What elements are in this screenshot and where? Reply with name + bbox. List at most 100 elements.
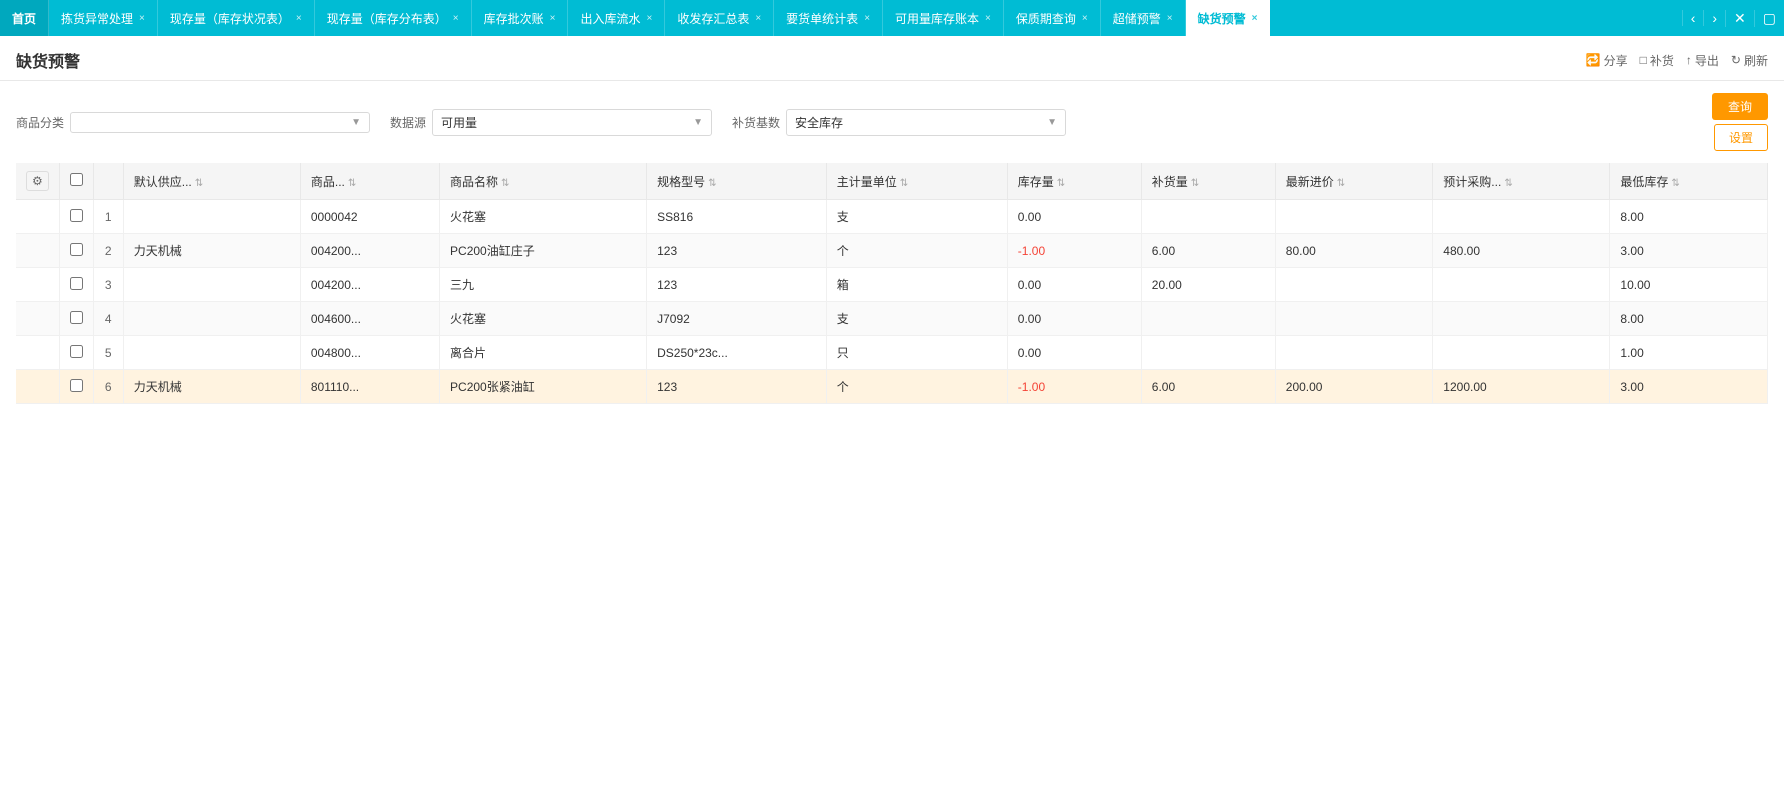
tab-fullscreen-btn[interactable]: ▢ (1754, 10, 1784, 27)
row-checkbox-2[interactable] (59, 268, 93, 302)
tab-stockout[interactable]: 缺货预警× (1186, 0, 1271, 36)
row-check-input-5[interactable] (70, 379, 83, 392)
tab-close-expiry-query[interactable]: × (1082, 13, 1088, 24)
tab-label-demand-stat: 要货单统计表 (786, 10, 858, 27)
row-no-5: 6 (93, 370, 123, 404)
row-checkbox-0[interactable] (59, 200, 93, 234)
col-header-no (93, 163, 123, 200)
sort-icon-spec[interactable]: ⇅ (708, 178, 716, 189)
sort-icon-replenish_qty[interactable]: ⇅ (1191, 178, 1199, 189)
cell-product_name-1: PC200油缸庄子 (440, 234, 647, 268)
row-check-input-4[interactable] (70, 345, 83, 358)
cell-stock-4: 0.00 (1007, 336, 1141, 370)
col-header-check[interactable] (59, 163, 93, 200)
cell-replenish_qty-3 (1141, 302, 1275, 336)
tab-home[interactable]: 首页 (0, 0, 49, 36)
row-check-input-0[interactable] (70, 209, 83, 222)
tab-receive-summary[interactable]: 收发存汇总表× (665, 0, 774, 36)
sort-icon-supplier[interactable]: ⇅ (195, 178, 203, 189)
tab-close-inventory-dist[interactable]: × (453, 13, 459, 24)
col-header-supplier: 默认供应...⇅ (123, 163, 300, 200)
tab-close-defect-handling[interactable]: × (139, 13, 145, 24)
cell-product_name-5: PC200张紧油缸 (440, 370, 647, 404)
cell-spec-1: 123 (647, 234, 827, 268)
sort-icon-latest_price[interactable]: ⇅ (1337, 178, 1345, 189)
replenish-label: 补货基数 (732, 114, 780, 131)
col-header-estimated_purchase: 预计采购...⇅ (1433, 163, 1610, 200)
cell-min_stock-5: 3.00 (1610, 370, 1768, 404)
tab-available-ledger[interactable]: 可用量库存账本 × (883, 0, 1004, 36)
col-header-unit: 主计量单位⇅ (826, 163, 1007, 200)
sort-icon-min_stock[interactable]: ⇅ (1671, 178, 1679, 189)
cell-product_name-0: 火花塞 (440, 200, 647, 234)
category-select[interactable]: ▼ (70, 112, 370, 133)
cell-product_code-1: 004200... (300, 234, 439, 268)
tab-close-inout-flow[interactable]: × (646, 13, 652, 24)
query-button[interactable]: 查询 (1712, 93, 1768, 120)
tab-batch-account[interactable]: 库存批次账× (472, 0, 569, 36)
row-checkbox-4[interactable] (59, 336, 93, 370)
tab-close-stockout[interactable]: × (1252, 13, 1258, 24)
tab-close-demand-stat[interactable]: × (864, 13, 870, 24)
row-check-input-3[interactable] (70, 311, 83, 324)
row-gear-0 (16, 200, 59, 234)
table-row: 10000042火花塞SS816支0.008.00 (16, 200, 1768, 234)
share-btn[interactable]: 🔁 分享 (1586, 52, 1628, 69)
row-gear-4 (16, 336, 59, 370)
tab-label-available-ledger: 可用量库存账本 (895, 10, 979, 27)
col-header-replenish_qty: 补货量⇅ (1141, 163, 1275, 200)
data-table: ⚙默认供应...⇅商品...⇅商品名称⇅规格型号⇅主计量单位⇅库存量⇅补货量⇅最… (16, 163, 1768, 404)
cell-product_code-3: 004600... (300, 302, 439, 336)
row-check-input-2[interactable] (70, 277, 83, 290)
refresh-btn[interactable]: ↻ 刷新 (1731, 52, 1768, 69)
tab-inventory-dist[interactable]: 现存量（库存分布表）× (315, 0, 472, 36)
tab-label-inout-flow: 出入库流水 (580, 10, 640, 27)
table-row: 2力天机械004200...PC200油缸庄子123个-1.006.0080.0… (16, 234, 1768, 268)
tab-close-batch-account[interactable]: × (550, 13, 556, 24)
tab-close-receive-summary[interactable]: × (755, 13, 761, 24)
tab-close-inventory-status[interactable]: × (296, 13, 302, 24)
col-header-stock: 库存量⇅ (1007, 163, 1141, 200)
sort-icon-estimated_purchase[interactable]: ⇅ (1504, 178, 1512, 189)
export-btn[interactable]: ↑ 导出 (1686, 52, 1719, 69)
tab-next-btn[interactable]: › (1703, 10, 1725, 26)
tab-close-btn[interactable]: ✕ (1725, 10, 1754, 27)
cell-estimated_purchase-4 (1433, 336, 1610, 370)
tab-expiry-query[interactable]: 保质期查询× (1004, 0, 1101, 36)
col-header-latest_price: 最新进价⇅ (1275, 163, 1433, 200)
select-all-checkbox[interactable] (70, 173, 83, 186)
row-checkbox-3[interactable] (59, 302, 93, 336)
row-gear-5 (16, 370, 59, 404)
negative-value: -1.00 (1018, 380, 1045, 394)
tab-inventory-status[interactable]: 现存量（库存状况表）× (158, 0, 315, 36)
replenish-btn[interactable]: □ 补货 (1640, 52, 1674, 69)
tab-prev-btn[interactable]: ‹ (1682, 10, 1704, 26)
sort-icon-stock[interactable]: ⇅ (1057, 178, 1065, 189)
gear-settings-btn[interactable]: ⚙ (26, 171, 49, 191)
settings-button[interactable]: 设置 (1714, 124, 1768, 151)
cell-supplier-3 (123, 302, 300, 336)
cell-supplier-0 (123, 200, 300, 234)
row-checkbox-1[interactable] (59, 234, 93, 268)
cell-spec-5: 123 (647, 370, 827, 404)
cell-unit-2: 箱 (826, 268, 1007, 302)
col-label-latest_price: 最新进价 (1286, 175, 1334, 189)
sort-icon-product_code[interactable]: ⇅ (348, 178, 356, 189)
tab-inout-flow[interactable]: 出入库流水 × (568, 0, 665, 36)
col-header-gear[interactable]: ⚙ (16, 163, 59, 200)
replenish-select[interactable]: 安全库存 ▼ (786, 109, 1066, 136)
sort-icon-product_name[interactable]: ⇅ (501, 178, 509, 189)
row-checkbox-5[interactable] (59, 370, 93, 404)
table-row: 4004600...火花塞J7092支0.008.00 (16, 302, 1768, 336)
sort-icon-unit[interactable]: ⇅ (900, 178, 908, 189)
tab-close-overstock[interactable]: × (1167, 13, 1173, 24)
tab-overstock[interactable]: 超储预警× (1101, 0, 1186, 36)
tab-label-defect-handling: 拣货异常处理 (61, 10, 133, 27)
tab-demand-stat[interactable]: 要货单统计表 × (774, 0, 883, 36)
col-label-replenish_qty: 补货量 (1152, 175, 1188, 189)
tab-close-available-ledger[interactable]: × (985, 13, 991, 24)
row-check-input-1[interactable] (70, 243, 83, 256)
datasource-select[interactable]: 可用量 ▼ (432, 109, 712, 136)
tab-defect-handling[interactable]: 拣货异常处理 × (49, 0, 158, 36)
tab-label-home: 首页 (12, 10, 36, 27)
